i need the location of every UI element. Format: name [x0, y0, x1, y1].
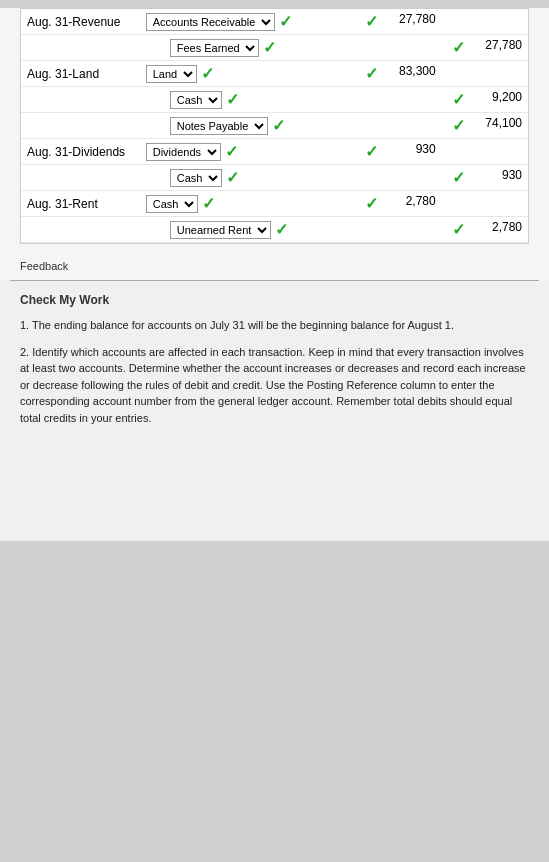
date-cell-2 — [21, 35, 140, 61]
feedback-section: Feedback — [0, 252, 549, 280]
credit-amount-5: 74,100 — [485, 116, 522, 130]
check-icon-debit-3: ✓ — [365, 64, 378, 83]
check-icon-6: ✓ — [225, 142, 238, 161]
account-select-wrapper-3: Land ✓ — [146, 64, 214, 83]
debit-amount-3: 83,300 — [399, 64, 436, 78]
account-select-land[interactable]: Land — [146, 65, 197, 83]
account-select-cash1[interactable]: Cash — [170, 91, 222, 109]
debit-cell-5 — [355, 113, 441, 139]
account-select-ar[interactable]: Accounts Receivable — [146, 13, 275, 31]
check-icon-debit-8: ✓ — [365, 194, 378, 213]
account-cell-9: Unearned Rent ✓ — [140, 217, 356, 243]
account-cell-7: Cash ✓ — [140, 165, 356, 191]
debit-cell-2 — [355, 35, 441, 61]
check-icon-7: ✓ — [226, 168, 239, 187]
check-icon-debit-6: ✓ — [365, 142, 378, 161]
bottom-text-1: 1. The ending balance for accounts on Ju… — [20, 317, 529, 334]
date-cell-7 — [21, 165, 140, 191]
table-row: Unearned Rent ✓ ✓ 2,780 — [21, 217, 528, 243]
check-icon-8: ✓ — [202, 194, 215, 213]
date-cell: Aug. 31-Revenue — [21, 9, 140, 35]
journal-section: Aug. 31-Revenue Accounts Receivable ✓ ✓ … — [20, 8, 529, 244]
check-my-work-title: Check My Work — [20, 293, 529, 307]
date-cell-6: Aug. 31-Dividends — [21, 139, 140, 165]
date-cell-3: Aug. 31-Land — [21, 61, 140, 87]
check-icon-credit-5: ✓ — [452, 116, 465, 135]
account-select-wrapper-8: Cash ✓ — [146, 194, 215, 213]
account-select-wrapper-9: Unearned Rent ✓ — [170, 220, 288, 239]
account-cell-5: Notes Payable ✓ — [140, 113, 356, 139]
credit-amount-2: 27,780 — [485, 38, 522, 52]
journal-table: Aug. 31-Revenue Accounts Receivable ✓ ✓ … — [21, 9, 528, 243]
date-cell-9 — [21, 217, 140, 243]
check-icon-2: ✓ — [263, 38, 276, 57]
credit-amount-9: 2,780 — [492, 220, 522, 234]
bottom-text-2: 2. Identify which accounts are affected … — [20, 344, 529, 427]
check-icon-credit-4: ✓ — [452, 90, 465, 109]
debit-cell-4 — [355, 87, 441, 113]
account-cell-6: Dividends ✓ — [140, 139, 356, 165]
date-cell-5 — [21, 113, 140, 139]
check-icon-4: ✓ — [226, 90, 239, 109]
table-row: Fees Earned ✓ ✓ 27,780 — [21, 35, 528, 61]
account-cell-3: Land ✓ — [140, 61, 356, 87]
debit-cell-3: ✓ 83,300 — [355, 61, 441, 87]
credit-cell-8 — [442, 191, 528, 217]
credit-cell-5: ✓ 74,100 — [442, 113, 528, 139]
check-icon-3: ✓ — [201, 64, 214, 83]
account-select-wrapper-4: Cash ✓ — [170, 90, 239, 109]
date-cell-4 — [21, 87, 140, 113]
debit-cell-1: ✓ 27,780 — [355, 9, 441, 35]
credit-cell-2: ✓ 27,780 — [442, 35, 528, 61]
account-select-fees[interactable]: Fees Earned — [170, 39, 259, 57]
debit-amount-6: 930 — [416, 142, 436, 156]
credit-amount-7: 930 — [502, 168, 522, 182]
credit-cell-6 — [442, 139, 528, 165]
table-row: Cash ✓ ✓ 9,200 — [21, 87, 528, 113]
table-row: Aug. 31-Land Land ✓ ✓ 83,300 — [21, 61, 528, 87]
account-cell-4: Cash ✓ — [140, 87, 356, 113]
debit-cell-8: ✓ 2,780 — [355, 191, 441, 217]
credit-cell-9: ✓ 2,780 — [442, 217, 528, 243]
date-cell-8: Aug. 31-Rent — [21, 191, 140, 217]
account-cell-2: Fees Earned ✓ — [140, 35, 356, 61]
credit-cell-7: ✓ 930 — [442, 165, 528, 191]
check-icon-debit-1: ✓ — [365, 12, 378, 31]
debit-amount-1: 27,780 — [399, 12, 436, 26]
account-select-cash3[interactable]: Cash — [146, 195, 198, 213]
check-icon-credit-7: ✓ — [452, 168, 465, 187]
account-cell-8: Cash ✓ — [140, 191, 356, 217]
debit-cell-6: ✓ 930 — [355, 139, 441, 165]
check-icon-credit-2: ✓ — [452, 38, 465, 57]
account-select-notes[interactable]: Notes Payable — [170, 117, 268, 135]
account-select-cash2[interactable]: Cash — [170, 169, 222, 187]
account-select-wrapper-5: Notes Payable ✓ — [170, 116, 285, 135]
account-select-wrapper-2: Fees Earned ✓ — [170, 38, 276, 57]
main-panel: Aug. 31-Revenue Accounts Receivable ✓ ✓ … — [0, 8, 549, 541]
table-row: Aug. 31-Revenue Accounts Receivable ✓ ✓ … — [21, 9, 528, 35]
account-cell: Accounts Receivable ✓ — [140, 9, 356, 35]
table-row: Cash ✓ ✓ 930 — [21, 165, 528, 191]
table-row: Notes Payable ✓ ✓ 74,100 — [21, 113, 528, 139]
bottom-panel: Check My Work 1. The ending balance for … — [0, 281, 549, 541]
account-select-wrapper: Accounts Receivable ✓ — [146, 12, 292, 31]
feedback-label: Feedback — [20, 260, 68, 272]
account-select-wrapper-7: Cash ✓ — [170, 168, 239, 187]
credit-cell-3 — [442, 61, 528, 87]
credit-amount-4: 9,200 — [492, 90, 522, 104]
credit-cell-1 — [442, 9, 528, 35]
account-select-unearned[interactable]: Unearned Rent — [170, 221, 271, 239]
credit-cell-4: ✓ 9,200 — [442, 87, 528, 113]
table-row: Aug. 31-Rent Cash ✓ ✓ 2,780 — [21, 191, 528, 217]
check-icon-credit-9: ✓ — [452, 220, 465, 239]
debit-cell-7 — [355, 165, 441, 191]
debit-cell-9 — [355, 217, 441, 243]
check-icon-9: ✓ — [275, 220, 288, 239]
debit-amount-8: 2,780 — [406, 194, 436, 208]
account-select-wrapper-6: Dividends ✓ — [146, 142, 238, 161]
check-icon-1: ✓ — [279, 12, 292, 31]
check-icon-5: ✓ — [272, 116, 285, 135]
account-select-dividends[interactable]: Dividends — [146, 143, 221, 161]
table-row: Aug. 31-Dividends Dividends ✓ ✓ 930 — [21, 139, 528, 165]
